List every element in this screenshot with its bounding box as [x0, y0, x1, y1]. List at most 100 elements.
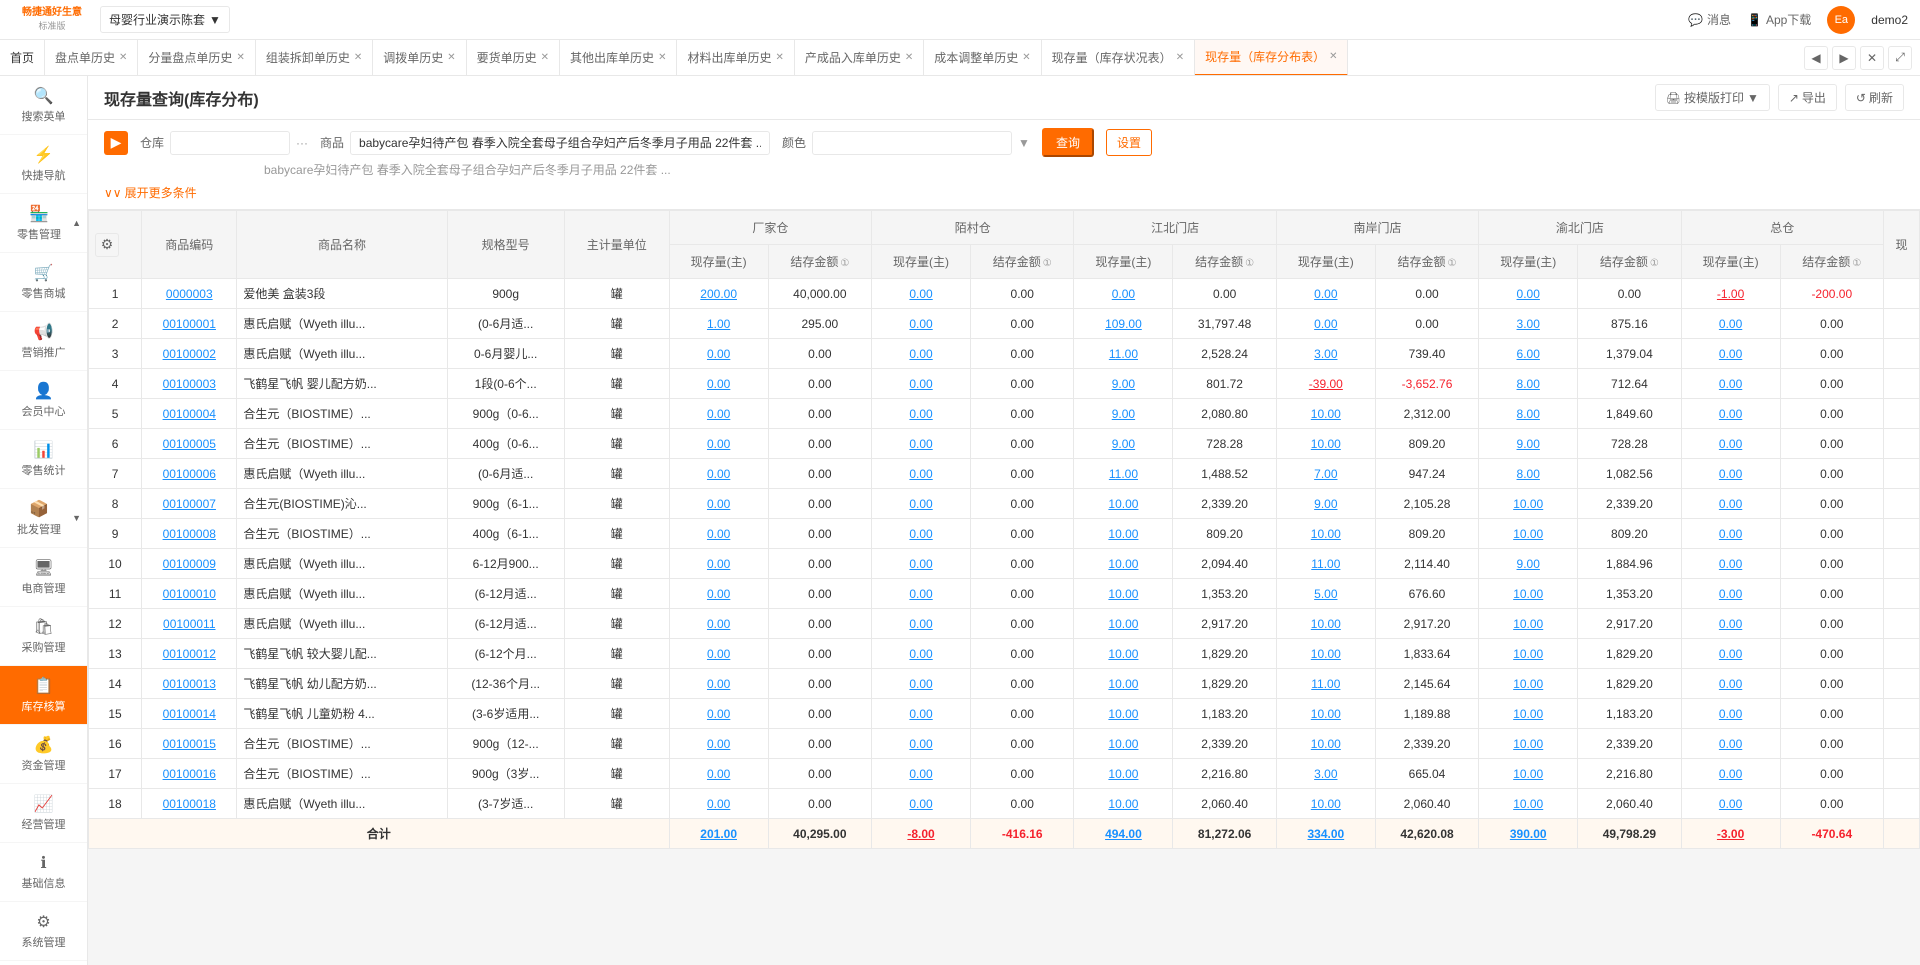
- qty-link[interactable]: 0.00: [909, 407, 932, 421]
- qty-link[interactable]: 10.00: [1311, 617, 1341, 631]
- sidebar-item-marketing[interactable]: 📢 营销推广: [0, 312, 87, 371]
- collapse-filter-button[interactable]: ▶: [104, 131, 128, 155]
- close-icon[interactable]: ✕: [1329, 51, 1337, 62]
- nav-next-arrow[interactable]: ▶: [1832, 46, 1856, 70]
- tab-chengbentiaoz[interactable]: 成本调整单历史 ✕: [924, 40, 1041, 76]
- qty-link[interactable]: 10.00: [1311, 707, 1341, 721]
- qty-link[interactable]: 3.00: [1314, 347, 1337, 361]
- sidebar-item-search[interactable]: 🔍 搜索英单: [0, 76, 87, 135]
- sidebar-item-collab[interactable]: 🤝 企业协同: [0, 961, 87, 965]
- info-icon[interactable]: ①: [1043, 258, 1052, 269]
- code-link[interactable]: 00100013: [163, 677, 216, 691]
- sidebar-item-purchase[interactable]: 🛍 采购管理: [0, 607, 87, 666]
- qty-link[interactable]: 0.00: [1719, 707, 1742, 721]
- qty-link[interactable]: 0.00: [909, 647, 932, 661]
- info-icon[interactable]: ①: [1852, 258, 1861, 269]
- qty-link[interactable]: 0.00: [1112, 287, 1135, 301]
- qty-link[interactable]: 0.00: [707, 677, 730, 691]
- qty-link[interactable]: 0.00: [1719, 797, 1742, 811]
- gear-button[interactable]: ⚙: [95, 233, 119, 257]
- qty-link[interactable]: 0.00: [707, 437, 730, 451]
- qty-link[interactable]: 10.00: [1513, 737, 1543, 751]
- code-link[interactable]: 00100001: [163, 317, 216, 331]
- qty-link[interactable]: 0.00: [1719, 647, 1742, 661]
- sidebar-item-nav[interactable]: ⚡ 快捷导航: [0, 135, 87, 194]
- qty-link[interactable]: 8.00: [1517, 467, 1540, 481]
- qty-link[interactable]: 10.00: [1311, 527, 1341, 541]
- qty-link[interactable]: 0.00: [1719, 467, 1742, 481]
- qty-link[interactable]: 11.00: [1109, 347, 1138, 361]
- qty-link[interactable]: 0.00: [1719, 617, 1742, 631]
- qty-link[interactable]: 10.00: [1108, 557, 1138, 571]
- info-icon[interactable]: ①: [1448, 258, 1457, 269]
- qty-link[interactable]: 6.00: [1517, 347, 1540, 361]
- qty-link[interactable]: 10.00: [1311, 797, 1341, 811]
- qty-link[interactable]: 0.00: [1719, 737, 1742, 751]
- qty-link[interactable]: 0.00: [909, 677, 932, 691]
- tab-zuhe[interactable]: 组装拆卸单历史 ✕: [256, 40, 373, 76]
- sidebar-item-wholesale[interactable]: 📦 批发管理 ▼: [0, 489, 87, 548]
- sidebar-item-operation[interactable]: 📈 经营管理: [0, 784, 87, 843]
- qty-link[interactable]: 0.00: [707, 557, 730, 571]
- qty-link[interactable]: 3.00: [1314, 767, 1337, 781]
- code-link[interactable]: 00100011: [163, 617, 216, 631]
- tab-yaohuo[interactable]: 要货单历史 ✕: [467, 40, 560, 76]
- qty-link[interactable]: 0.00: [909, 737, 932, 751]
- qty-link[interactable]: 0.00: [707, 407, 730, 421]
- qty-link[interactable]: 10.00: [1108, 647, 1138, 661]
- qty-link[interactable]: 10.00: [1108, 767, 1138, 781]
- expand-more-btn[interactable]: ∨∨ 展开更多条件: [104, 184, 1904, 201]
- refresh-button[interactable]: ↺ 刷新: [1845, 84, 1904, 111]
- sidebar-item-finance[interactable]: 💰 资金管理: [0, 725, 87, 784]
- qty-link[interactable]: 0.00: [1719, 557, 1742, 571]
- qty-link[interactable]: 1.00: [707, 317, 730, 331]
- info-icon[interactable]: ①: [840, 258, 849, 269]
- qty-link[interactable]: 0.00: [909, 437, 932, 451]
- qty-link[interactable]: -1.00: [1717, 287, 1744, 301]
- qty-link[interactable]: 0.00: [707, 467, 730, 481]
- qty-link[interactable]: 10.00: [1108, 797, 1138, 811]
- sidebar-item-retail-mgmt[interactable]: 🏪 零售管理 ▲: [0, 194, 87, 253]
- color-dropdown-icon[interactable]: ▼: [1018, 136, 1030, 150]
- qty-link[interactable]: 0.00: [1719, 377, 1742, 391]
- code-link[interactable]: 00100016: [163, 767, 216, 781]
- qty-link[interactable]: 10.00: [1311, 737, 1341, 751]
- qty-link[interactable]: 10.00: [1108, 617, 1138, 631]
- sidebar-item-mall[interactable]: 🛒 零售商城: [0, 253, 87, 312]
- code-link[interactable]: 00100009: [163, 557, 216, 571]
- qty-link[interactable]: 0.00: [1719, 767, 1742, 781]
- tab-chengpin[interactable]: 产成品入库单历史 ✕: [795, 40, 924, 76]
- qty-link[interactable]: 0.00: [707, 587, 730, 601]
- qty-link[interactable]: 9.00: [1112, 377, 1135, 391]
- close-icon[interactable]: ✕: [775, 52, 783, 63]
- sidebar-item-retail-stat[interactable]: 📊 零售统计: [0, 430, 87, 489]
- qty-link[interactable]: 0.00: [909, 707, 932, 721]
- qty-link[interactable]: 10.00: [1108, 677, 1138, 691]
- qty-link[interactable]: 10.00: [1108, 497, 1138, 511]
- qty-link[interactable]: 9.00: [1517, 557, 1540, 571]
- qty-link[interactable]: 0.00: [1719, 677, 1742, 691]
- tab-qitachu[interactable]: 其他出库单历史 ✕: [560, 40, 677, 76]
- qty-link[interactable]: 0.00: [707, 347, 730, 361]
- sidebar-item-basic[interactable]: ℹ 基础信息: [0, 843, 87, 902]
- qty-link[interactable]: 10.00: [1513, 617, 1543, 631]
- app-download-action[interactable]: 📱 App下载: [1747, 11, 1811, 28]
- qty-link[interactable]: 0.00: [1719, 407, 1742, 421]
- qty-link[interactable]: 10.00: [1311, 407, 1341, 421]
- qty-link[interactable]: 0.00: [707, 527, 730, 541]
- qty-link[interactable]: 10.00: [1513, 587, 1543, 601]
- qty-link[interactable]: 0.00: [909, 377, 932, 391]
- qty-link[interactable]: 0.00: [909, 467, 932, 481]
- qty-link[interactable]: 10.00: [1513, 647, 1543, 661]
- qty-link[interactable]: 0.00: [909, 767, 932, 781]
- tab-xiancun-fenbub[interactable]: 现存量（库存分布表） ✕: [1195, 40, 1348, 76]
- qty-link[interactable]: 0.00: [909, 317, 932, 331]
- qty-link[interactable]: 9.00: [1112, 407, 1135, 421]
- close-icon[interactable]: ✕: [1022, 52, 1030, 63]
- code-link[interactable]: 00100014: [163, 707, 216, 721]
- product-input[interactable]: [350, 131, 770, 155]
- code-link[interactable]: 00100003: [163, 377, 216, 391]
- qty-link[interactable]: 0.00: [909, 287, 932, 301]
- qty-link[interactable]: 11.00: [1311, 557, 1340, 571]
- code-link[interactable]: 00100012: [163, 647, 216, 661]
